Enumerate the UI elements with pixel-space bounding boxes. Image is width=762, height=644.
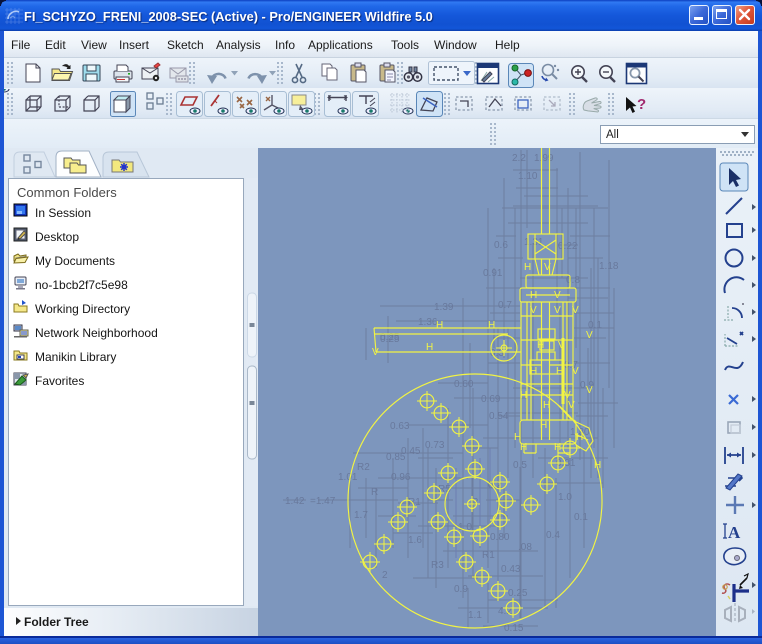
svg-text:H: H [488, 320, 495, 331]
svg-text:H: H [520, 442, 527, 453]
svg-text:V: V [554, 305, 561, 316]
svg-text:0.22: 0.22 [558, 241, 578, 252]
svg-text:0.7: 0.7 [498, 300, 512, 311]
svg-text:V: V [586, 385, 593, 396]
svg-text:H: H [436, 320, 443, 331]
svg-text:V: V [564, 390, 571, 401]
svg-text:0.73: 0.73 [425, 440, 445, 451]
svg-text:0.25: 0.25 [380, 334, 400, 345]
svg-text:A: A [728, 523, 741, 542]
svg-text:H: H [537, 340, 544, 351]
svg-text:0.5: 0.5 [513, 460, 527, 471]
svg-text:H: H [556, 366, 563, 377]
svg-text:H: H [530, 290, 537, 301]
svg-text:1.7: 1.7 [354, 510, 368, 521]
svg-text:V: V [544, 262, 551, 273]
svg-text:2.2: 2.2 [512, 153, 526, 164]
svg-text:0.69: 0.69 [481, 394, 501, 405]
svg-text:R1: R1 [408, 497, 421, 508]
svg-text:0.96: 0.96 [391, 472, 411, 483]
svg-text:R1: R1 [482, 550, 495, 561]
svg-text:1.99: 1.99 [534, 153, 554, 164]
svg-text:.08: .08 [518, 542, 532, 553]
svg-text:1.6: 1.6 [408, 535, 422, 546]
svg-text:H: H [524, 262, 531, 273]
svg-text:.2: .2 [470, 497, 479, 508]
svg-text:0.6: 0.6 [494, 240, 508, 251]
svg-text:0.15: 0.15 [504, 623, 524, 634]
svg-text:0.4: 0.4 [546, 530, 560, 541]
svg-text:0.1: 0.1 [574, 512, 588, 523]
svg-text:V: V [554, 290, 561, 301]
svg-text:R3: R3 [431, 560, 444, 571]
svg-text:H: H [594, 460, 601, 471]
svg-text:0.80: 0.80 [490, 532, 510, 543]
svg-text:V: V [558, 340, 565, 351]
svg-text:H: H [530, 366, 537, 377]
svg-text:0.60: 0.60 [454, 379, 474, 390]
svg-text:0.9: 0.9 [454, 584, 468, 595]
svg-text:1.18: 1.18 [599, 261, 619, 272]
svg-text:1.31: 1.31 [524, 237, 544, 248]
svg-text:H: H [520, 390, 527, 401]
svg-text:1.01: 1.01 [338, 472, 358, 483]
svg-text:R: R [371, 487, 378, 498]
svg-text:1.42: 1.42 [285, 496, 305, 507]
svg-text:1.1: 1.1 [468, 610, 482, 621]
svg-text:V: V [572, 305, 579, 316]
svg-text:0.54: 0.54 [489, 411, 509, 422]
svg-text:V: V [372, 347, 379, 358]
svg-text:H: H [576, 432, 583, 443]
svg-text:V: V [586, 330, 593, 341]
svg-text:0.63: 0.63 [390, 421, 410, 432]
svg-text:0.25: 0.25 [508, 588, 528, 599]
svg-text:0.8: 0.8 [566, 275, 580, 286]
svg-text:R2: R2 [357, 462, 370, 473]
svg-text:V: V [530, 305, 537, 316]
svg-text:=1.47: =1.47 [310, 496, 336, 507]
svg-text:V: V [568, 400, 575, 411]
svg-text:0.91: 0.91 [483, 268, 503, 279]
svg-text:1.0: 1.0 [558, 492, 572, 503]
svg-text:2: 2 [382, 570, 388, 581]
svg-text:1.36: 1.36 [418, 317, 438, 328]
svg-text:H: H [543, 400, 550, 411]
svg-text:1.10: 1.10 [518, 171, 538, 182]
svg-text:1.39: 1.39 [434, 302, 454, 313]
svg-text:H: H [540, 420, 547, 431]
svg-text:0.43: 0.43 [501, 564, 521, 575]
svg-text:?: ? [637, 96, 646, 113]
svg-text:H: H [426, 342, 433, 353]
svg-text:0.85: 0.85 [386, 452, 406, 463]
svg-text:V: V [572, 366, 579, 377]
